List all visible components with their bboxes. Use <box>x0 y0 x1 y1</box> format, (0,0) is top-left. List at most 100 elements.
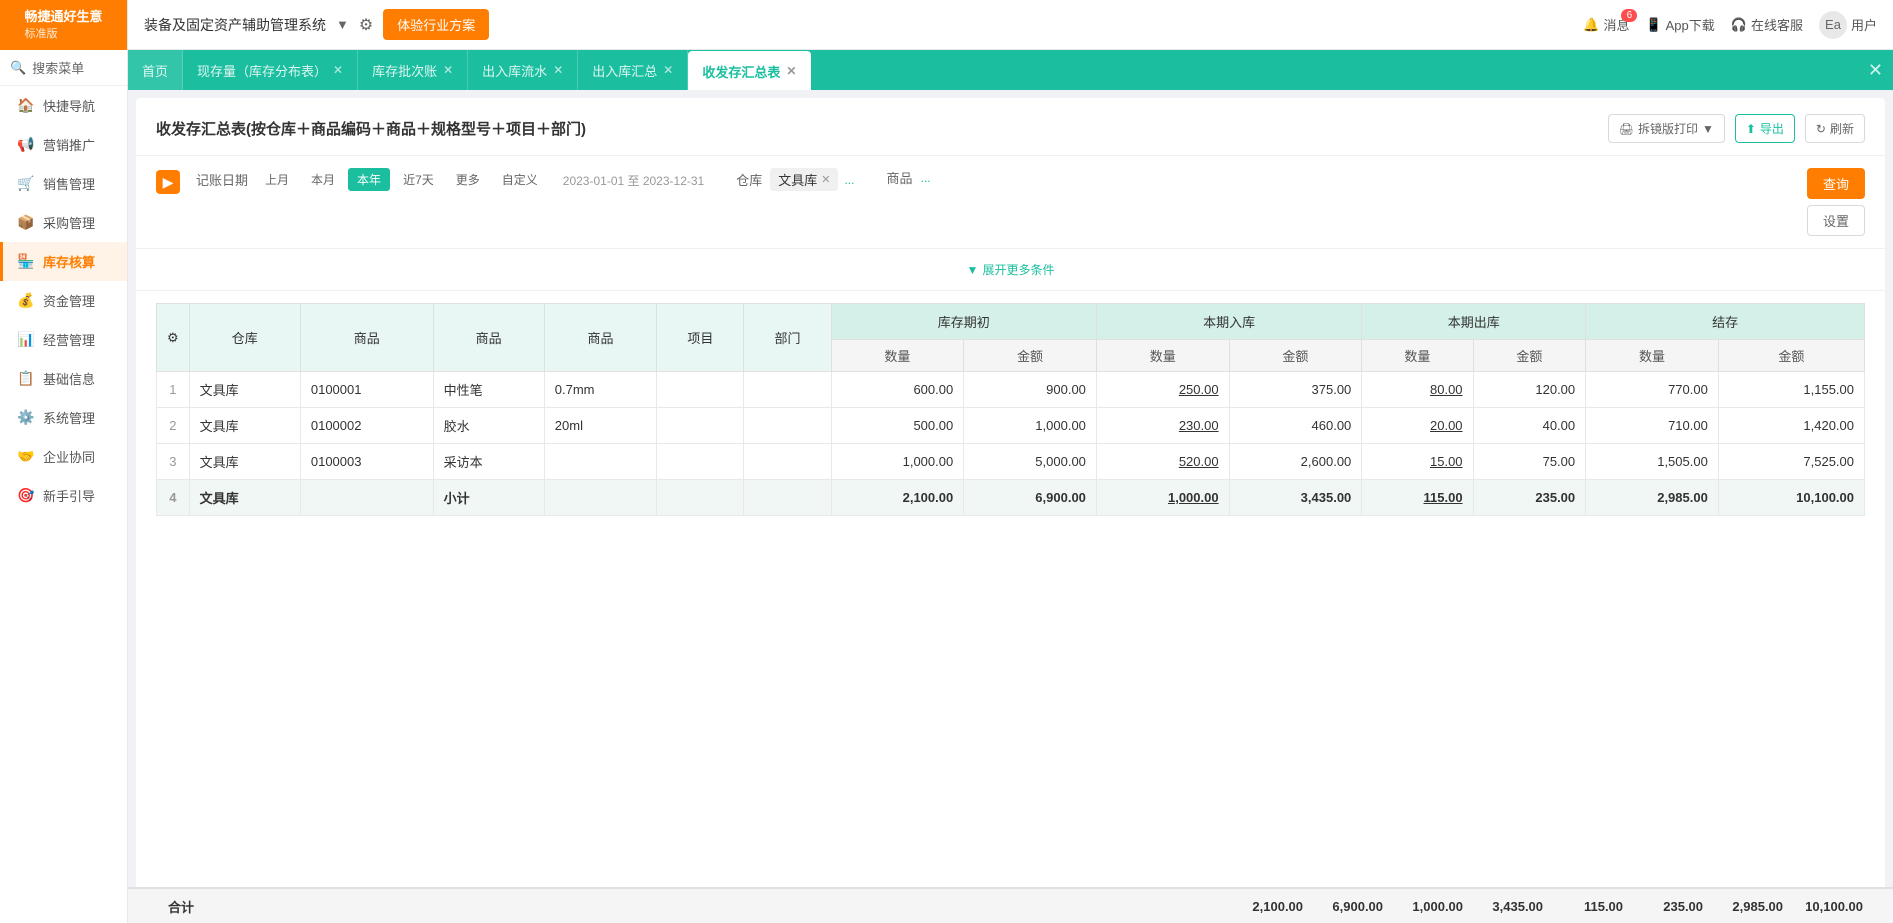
tab-home-label: 首页 <box>142 61 168 80</box>
sidebar-item-inventory[interactable]: 🏪 库存核算 <box>0 242 127 281</box>
sidebar-item-finance[interactable]: 💰 资金管理 <box>0 281 127 320</box>
col-balance-amt: 金额 <box>1718 340 1864 372</box>
tab-home[interactable]: 首页 <box>128 50 183 90</box>
row-num: 1 <box>157 372 190 408</box>
sidebar-item-marketing[interactable]: 📢 营销推广 <box>0 125 127 164</box>
chevron-down-icon: ▼ <box>1702 122 1714 136</box>
table-header-top: ⚙ 仓库 商品 商品 商品 项目 部门 库存期初 本期入库 本期出库 结存 <box>157 304 1865 340</box>
col-out-qty: 数量 <box>1362 340 1473 372</box>
sidebar-item-system[interactable]: ⚙️ 系统管理 <box>0 398 127 437</box>
logo-title: 畅捷通好生意 <box>24 9 102 26</box>
main-close-button[interactable]: ✕ <box>1868 60 1883 81</box>
headset-icon: 🎧 <box>1731 17 1747 33</box>
tab-close-inventory-dist[interactable]: ✕ <box>333 63 343 77</box>
row-bal-qty: 710.00 <box>1586 408 1719 444</box>
tab-recv-send[interactable]: 收发存汇总表 ✕ <box>688 51 811 90</box>
warehouse-more[interactable]: ... <box>844 173 854 187</box>
app-download-label: App下载 <box>1666 15 1715 34</box>
tab-close-inout-summary[interactable]: ✕ <box>663 63 673 77</box>
sidebar-item-label-purchase: 采购管理 <box>43 213 95 232</box>
sidebar-item-purchase[interactable]: 📦 采购管理 <box>0 203 127 242</box>
row-in-qty: 250.00 <box>1096 372 1229 408</box>
row-open-amt: 900.00 <box>964 372 1097 408</box>
gear-icon[interactable]: ⚙ <box>359 15 373 35</box>
tab-close-batch[interactable]: ✕ <box>443 63 453 77</box>
date-btn-7days[interactable]: 近7天 <box>394 168 443 191</box>
user-menu[interactable]: Ea 用户 <box>1819 11 1877 39</box>
top-header: 装备及固定资产辅助管理系统 ▼ ⚙ 体验行业方案 🔔 消息 6 📱 App下载 … <box>128 0 1893 50</box>
page-title: 收发存汇总表(按仓库＋商品编码＋商品＋规格型号＋项目＋部门) <box>156 118 586 139</box>
col-settings[interactable]: ⚙ <box>157 304 190 372</box>
col-in-amt: 金额 <box>1229 340 1362 372</box>
app-download-button[interactable]: 📱 App下载 <box>1645 15 1714 34</box>
row-bal-amt: 1,420.00 <box>1718 408 1864 444</box>
table-wrapper: ⚙ 仓库 商品 商品 商品 项目 部门 库存期初 本期入库 本期出库 结存 <box>136 291 1885 536</box>
sidebar-item-label-marketing: 营销推广 <box>43 135 95 154</box>
purchase-icon: 📦 <box>17 214 35 232</box>
inventory-icon: 🏪 <box>17 253 35 271</box>
tab-close-inout-flow[interactable]: ✕ <box>553 63 563 77</box>
refresh-icon: ↻ <box>1816 122 1826 136</box>
date-btn-this-month[interactable]: 本月 <box>302 168 344 191</box>
trial-button[interactable]: 体验行业方案 <box>383 9 489 40</box>
row-open-qty: 2,100.00 <box>831 480 964 516</box>
filter-toggle-button[interactable]: ▶ <box>156 170 180 194</box>
col-opening-qty: 数量 <box>831 340 964 372</box>
sidebar-item-guide[interactable]: 🎯 新手引导 <box>0 476 127 515</box>
row-out-amt: 40.00 <box>1473 408 1586 444</box>
tab-inout-summary[interactable]: 出入库汇总 ✕ <box>578 50 688 90</box>
row-bal-amt: 7,525.00 <box>1718 444 1864 480</box>
row-warehouse: 文具库 <box>189 372 300 408</box>
row-out-amt: 75.00 <box>1473 444 1586 480</box>
sidebar-item-label-system: 系统管理 <box>43 408 95 427</box>
row-out-qty: 115.00 <box>1362 480 1473 516</box>
page-container: 收发存汇总表(按仓库＋商品编码＋商品＋规格型号＋项目＋部门) 🖨 拆镜版打印 ▼… <box>136 98 1885 915</box>
filter-settings-button[interactable]: 设置 <box>1807 205 1865 236</box>
footer-bal-amt: 10,100.00 <box>1793 899 1873 914</box>
warehouse-filter-group: 仓库 文具库 ✕ ... <box>736 168 854 191</box>
date-btn-custom[interactable]: 自定义 <box>493 168 547 191</box>
query-button[interactable]: 查询 <box>1807 168 1865 199</box>
messages-button[interactable]: 🔔 消息 6 <box>1583 15 1629 34</box>
row-open-qty: 600.00 <box>831 372 964 408</box>
sidebar-item-label-finance: 资金管理 <box>43 291 95 310</box>
row-code: 0100003 <box>300 444 433 480</box>
tab-inventory-dist[interactable]: 现存量（库存分布表） ✕ <box>183 50 358 90</box>
row-out-qty: 80.00 <box>1362 372 1473 408</box>
phone-icon: 📱 <box>1645 17 1661 33</box>
tab-inout-flow[interactable]: 出入库流水 ✕ <box>468 50 578 90</box>
warehouse-tag-value: 文具库 <box>778 170 817 189</box>
sidebar-item-label-operations: 经营管理 <box>43 330 95 349</box>
quick-nav-icon: 🏠 <box>17 97 35 115</box>
expand-conditions-button[interactable]: ▼ 展开更多条件 <box>955 257 1067 282</box>
sidebar-item-label-basic-info: 基础信息 <box>43 369 95 388</box>
warehouse-tag-close[interactable]: ✕ <box>821 173 830 186</box>
logo-subtitle: 标准版 <box>24 25 102 41</box>
tab-close-recv-send[interactable]: ✕ <box>786 64 796 78</box>
sys-dropdown[interactable]: ▼ <box>336 17 349 32</box>
table-gear-icon[interactable]: ⚙ <box>167 330 179 345</box>
refresh-button[interactable]: ↻ 刷新 <box>1805 114 1865 143</box>
page-header: 收发存汇总表(按仓库＋商品编码＋商品＋规格型号＋项目＋部门) 🖨 拆镜版打印 ▼… <box>136 98 1885 156</box>
search-menu[interactable]: 🔍 搜索菜单 <box>0 50 127 86</box>
filter-row: 记账日期 上月 本月 本年 近7天 更多 自定义 2023-01-01 至 20… <box>196 168 1865 236</box>
date-btn-more[interactable]: 更多 <box>447 168 489 191</box>
date-btn-prev-month[interactable]: 上月 <box>256 168 298 191</box>
footer-in-amt: 3,435.00 <box>1473 899 1553 914</box>
sidebar-item-sales[interactable]: 🛒 销售管理 <box>0 164 127 203</box>
sidebar-item-operations[interactable]: 📊 经营管理 <box>0 320 127 359</box>
date-btn-this-year[interactable]: 本年 <box>348 168 390 191</box>
export-button[interactable]: ⬆ 导出 <box>1735 114 1795 143</box>
sidebar-item-basic-info[interactable]: 📋 基础信息 <box>0 359 127 398</box>
warehouse-label: 仓库 <box>736 170 762 189</box>
product-more[interactable]: ... <box>921 171 931 185</box>
sidebar-item-quick-nav[interactable]: 🏠 快捷导航 <box>0 86 127 125</box>
row-in-amt: 3,435.00 <box>1229 480 1362 516</box>
row-dept <box>744 480 831 516</box>
col-dept: 部门 <box>744 304 831 372</box>
sidebar-item-cooperation[interactable]: 🤝 企业协同 <box>0 437 127 476</box>
print-button[interactable]: 🖨 拆镜版打印 ▼ <box>1608 114 1725 143</box>
tab-batch[interactable]: 库存批次账 ✕ <box>358 50 468 90</box>
footer-open-amt: 6,900.00 <box>1313 899 1393 914</box>
online-service-button[interactable]: 🎧 在线客服 <box>1731 15 1803 34</box>
